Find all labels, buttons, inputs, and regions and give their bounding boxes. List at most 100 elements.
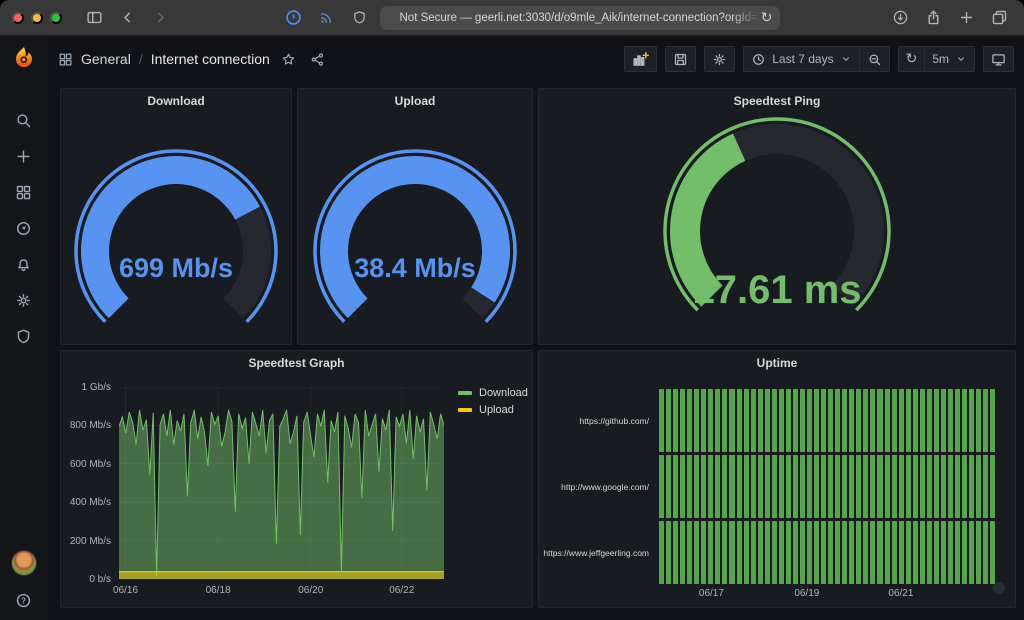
dashboard-settings-button[interactable] <box>704 46 736 72</box>
status-bar[interactable] <box>962 389 968 452</box>
panel-title-ping[interactable]: Speedtest Ping <box>539 89 1015 111</box>
status-bar[interactable] <box>976 455 982 518</box>
status-bar[interactable] <box>990 521 996 584</box>
status-bar[interactable] <box>962 521 968 584</box>
status-bar[interactable] <box>785 455 791 518</box>
status-bar[interactable] <box>673 389 679 452</box>
status-bar[interactable] <box>778 389 784 452</box>
status-bar[interactable] <box>849 521 855 584</box>
status-bar[interactable] <box>877 455 883 518</box>
status-bar[interactable] <box>792 521 798 584</box>
window-minimize-button[interactable] <box>31 11 43 24</box>
status-bar[interactable] <box>814 521 820 584</box>
status-bar[interactable] <box>764 389 770 452</box>
status-bar[interactable] <box>729 521 735 584</box>
status-bar[interactable] <box>736 389 742 452</box>
status-bar[interactable] <box>912 455 918 518</box>
status-bar[interactable] <box>976 521 982 584</box>
status-bar[interactable] <box>729 455 735 518</box>
status-bar[interactable] <box>736 521 742 584</box>
status-bar[interactable] <box>806 389 813 452</box>
status-bar[interactable] <box>891 521 897 584</box>
time-range-picker[interactable]: Last 7 days <box>743 46 860 72</box>
status-bar[interactable] <box>687 521 693 584</box>
status-bar[interactable] <box>778 455 784 518</box>
status-bar[interactable] <box>806 455 813 518</box>
add-panel-button[interactable] <box>624 46 658 72</box>
status-bar[interactable] <box>863 455 869 518</box>
status-bar[interactable] <box>919 389 925 452</box>
status-bar[interactable] <box>771 455 777 518</box>
status-bar[interactable] <box>940 521 946 584</box>
onepassword-extension-button[interactable] <box>281 5 307 31</box>
status-bar[interactable] <box>659 455 665 518</box>
status-bar[interactable] <box>976 389 982 452</box>
status-bar[interactable] <box>842 389 848 452</box>
status-bar[interactable] <box>905 455 911 518</box>
status-bar[interactable] <box>729 389 735 452</box>
status-bar[interactable] <box>835 389 841 452</box>
status-bar[interactable] <box>821 521 827 584</box>
status-bar[interactable] <box>659 521 665 584</box>
status-bar[interactable] <box>983 389 989 452</box>
panel-title-upload[interactable]: Upload <box>298 89 532 111</box>
status-bar[interactable] <box>919 455 925 518</box>
breadcrumb-dashboard-title[interactable]: Internet connection <box>151 51 270 67</box>
status-bar[interactable] <box>954 455 961 518</box>
status-bar[interactable] <box>926 389 932 452</box>
status-bar[interactable] <box>891 455 897 518</box>
status-bar[interactable] <box>940 455 946 518</box>
status-bar[interactable] <box>905 389 911 452</box>
sidebar-item-explore[interactable] <box>7 218 41 238</box>
status-bar[interactable] <box>799 389 805 452</box>
status-bar[interactable] <box>778 521 784 584</box>
status-bar[interactable] <box>849 389 855 452</box>
status-bar[interactable] <box>969 521 975 584</box>
share-dashboard-button[interactable] <box>307 52 328 67</box>
save-dashboard-button[interactable] <box>665 46 697 72</box>
sidebar-item-configuration[interactable] <box>7 290 41 310</box>
status-bar[interactable] <box>799 521 805 584</box>
status-bar[interactable] <box>666 389 672 452</box>
status-bar[interactable] <box>715 455 721 518</box>
status-bar[interactable] <box>687 455 693 518</box>
status-bar[interactable] <box>870 389 876 452</box>
status-bar[interactable] <box>757 521 763 584</box>
status-bar[interactable] <box>666 521 672 584</box>
back-button[interactable] <box>114 5 140 31</box>
user-avatar[interactable] <box>10 550 37 576</box>
status-bar[interactable] <box>940 389 946 452</box>
breadcrumb-folder[interactable]: General <box>81 51 131 67</box>
status-bar[interactable] <box>863 389 869 452</box>
status-bar[interactable] <box>856 389 862 452</box>
window-close-button[interactable] <box>12 11 24 24</box>
status-bar[interactable] <box>926 455 932 518</box>
status-bar[interactable] <box>673 521 679 584</box>
status-bar[interactable] <box>933 455 939 518</box>
status-bar[interactable] <box>828 521 834 584</box>
content-blocker-extension-button[interactable] <box>347 5 373 31</box>
status-bar[interactable] <box>828 455 834 518</box>
window-zoom-button[interactable] <box>50 11 62 24</box>
status-bar[interactable] <box>884 389 890 452</box>
status-bar[interactable] <box>722 521 728 584</box>
star-dashboard-button[interactable] <box>278 52 299 67</box>
sidebar-item-dashboards[interactable] <box>7 182 41 202</box>
status-bar[interactable] <box>842 521 848 584</box>
panel-title-uptime[interactable]: Uptime <box>539 351 1015 373</box>
status-bar[interactable] <box>870 455 876 518</box>
status-bar[interactable] <box>680 389 686 452</box>
status-bar[interactable] <box>898 389 904 452</box>
status-bar[interactable] <box>764 521 770 584</box>
forward-button[interactable] <box>147 5 173 31</box>
status-bar[interactable] <box>792 455 798 518</box>
panel-title-download[interactable]: Download <box>61 89 291 111</box>
status-bar[interactable] <box>814 389 820 452</box>
tab-overview-button[interactable] <box>986 5 1012 31</box>
status-bar[interactable] <box>806 521 813 584</box>
status-bar[interactable] <box>912 521 918 584</box>
status-bar[interactable] <box>736 455 742 518</box>
share-button[interactable] <box>920 5 946 31</box>
status-bar[interactable] <box>687 389 693 452</box>
status-bar[interactable] <box>849 455 855 518</box>
